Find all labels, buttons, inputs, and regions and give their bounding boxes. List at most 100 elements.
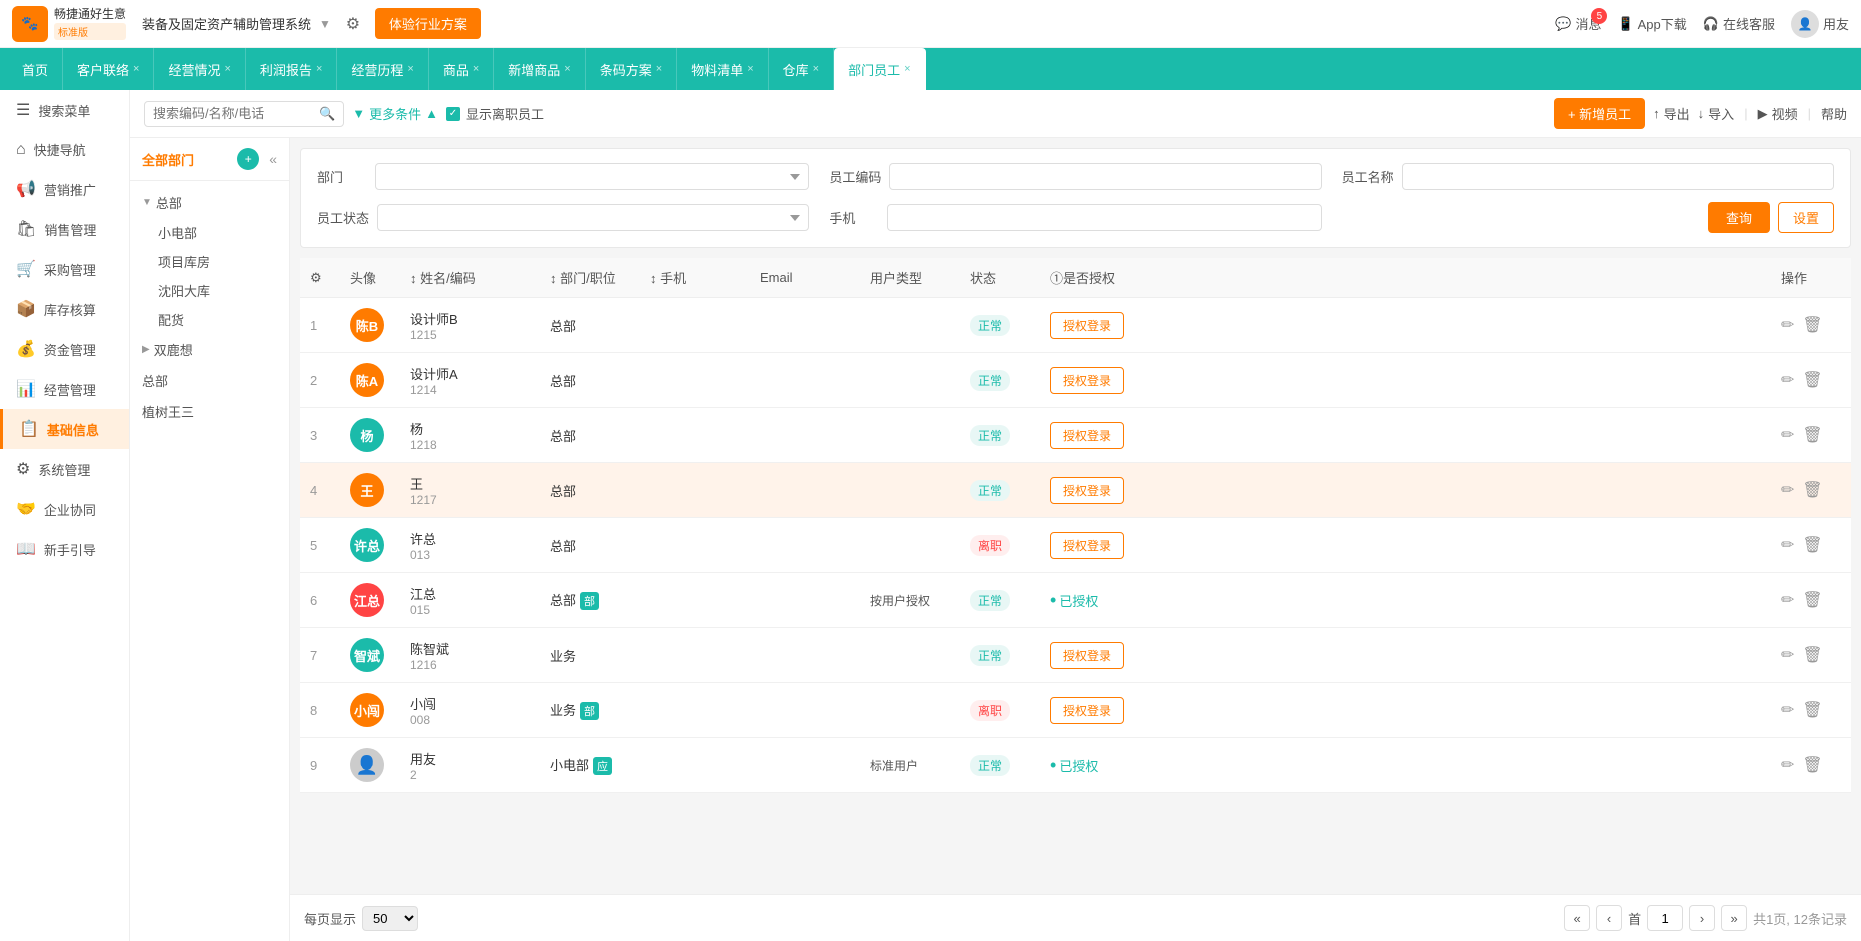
tab-profit[interactable]: 利润报告× xyxy=(246,48,337,90)
delete-icon-7[interactable]: 🗑 xyxy=(1802,645,1822,665)
view-button[interactable]: ▶ 视频 xyxy=(1758,104,1798,123)
sidebar-item-sales[interactable]: 🛍 销售管理 xyxy=(0,209,129,249)
sidebar-item-search-menu[interactable]: ☰ 搜索菜单 xyxy=(0,90,129,130)
settings-button[interactable]: ⚙ xyxy=(339,10,367,38)
delete-icon-2[interactable]: 🗑 xyxy=(1802,370,1822,390)
sidebar-item-operations[interactable]: 📊 经营管理 xyxy=(0,369,129,409)
tab-barcode[interactable]: 条码方案× xyxy=(586,48,677,90)
delete-icon-6[interactable]: 🗑 xyxy=(1802,590,1822,610)
dept-group-zhishu-title[interactable]: 植树王三 xyxy=(130,396,289,427)
sidebar-item-basic-info[interactable]: 📋 基础信息 xyxy=(0,409,129,449)
dept-group-zongbu-title[interactable]: 总部 xyxy=(130,365,289,396)
first-page-button[interactable]: « xyxy=(1564,905,1590,931)
tab-dept-staff-close[interactable]: × xyxy=(904,63,910,75)
tab-goods[interactable]: 商品× xyxy=(429,48,494,90)
edit-icon-6[interactable]: ✏ xyxy=(1781,590,1794,610)
tab-business[interactable]: 经营情况× xyxy=(154,48,245,90)
prev-page-button[interactable]: ‹ xyxy=(1596,905,1622,931)
more-filter-button[interactable]: ▼ 更多条件 ▲ xyxy=(352,104,438,123)
tab-add-goods[interactable]: 新增商品× xyxy=(494,48,585,90)
delete-icon-8[interactable]: 🗑 xyxy=(1802,700,1822,720)
dept-child-xiaodibu[interactable]: 小电部 xyxy=(130,218,289,247)
auth-btn-row8[interactable]: 授权登录 xyxy=(1050,697,1124,724)
tab-business-close[interactable]: × xyxy=(224,63,230,75)
tab-bom-close[interactable]: × xyxy=(747,63,753,75)
search-icon[interactable]: 🔍 xyxy=(319,106,335,122)
dept-collapse-button[interactable]: « xyxy=(269,151,277,167)
auth-btn-row7[interactable]: 授权登录 xyxy=(1050,642,1124,669)
edit-icon-9[interactable]: ✏ xyxy=(1781,755,1794,775)
delete-icon-5[interactable]: 🗑 xyxy=(1802,535,1822,555)
edit-icon-7[interactable]: ✏ xyxy=(1781,645,1794,665)
tab-profit-close[interactable]: × xyxy=(316,63,322,75)
filter-dept-select[interactable] xyxy=(375,163,809,190)
col-phone[interactable]: ↕ 手机 xyxy=(640,258,750,298)
dept-child-shenyang[interactable]: 沈阳大库 xyxy=(130,276,289,305)
tab-history[interactable]: 经营历程× xyxy=(337,48,428,90)
tab-bom[interactable]: 物料清单× xyxy=(677,48,768,90)
edit-icon-1[interactable]: ✏ xyxy=(1781,315,1794,335)
col-name-code[interactable]: ↕ 姓名/编码 xyxy=(400,258,540,298)
tab-add-goods-close[interactable]: × xyxy=(564,63,570,75)
dept-group-shuanglu-title[interactable]: ▶ 双鹿想 xyxy=(130,334,289,365)
trial-button[interactable]: 体验行业方案 xyxy=(375,8,481,39)
tab-customer-close[interactable]: × xyxy=(133,63,139,75)
set-button[interactable]: 设置 xyxy=(1778,202,1834,233)
auth-btn-row5[interactable]: 授权登录 xyxy=(1050,532,1124,559)
show-resigned-checkbox[interactable]: ✓ xyxy=(446,107,460,121)
col-settings[interactable]: ⚙ xyxy=(300,258,340,298)
filter-phone-input[interactable] xyxy=(887,204,1321,231)
app-download-button[interactable]: 📱 App下载 xyxy=(1617,14,1686,33)
online-support-button[interactable]: 🎧 在线客服 xyxy=(1703,14,1775,33)
edit-icon-4[interactable]: ✏ xyxy=(1781,480,1794,500)
tab-customer[interactable]: 客户联络× xyxy=(63,48,154,90)
delete-icon-9[interactable]: 🗑 xyxy=(1802,755,1822,775)
auth-btn-row3[interactable]: 授权登录 xyxy=(1050,422,1124,449)
delete-icon-4[interactable]: 🗑 xyxy=(1802,480,1822,500)
edit-icon-3[interactable]: ✏ xyxy=(1781,425,1794,445)
tab-dept-staff[interactable]: 部门员工× xyxy=(834,48,925,90)
next-page-button[interactable]: › xyxy=(1689,905,1715,931)
auth-btn-row2[interactable]: 授权登录 xyxy=(1050,367,1124,394)
query-button[interactable]: 查询 xyxy=(1708,202,1770,233)
dept-child-distribution[interactable]: 配货 xyxy=(130,305,289,334)
edit-icon-5[interactable]: ✏ xyxy=(1781,535,1794,555)
tab-warehouse[interactable]: 仓库× xyxy=(769,48,834,90)
search-input[interactable] xyxy=(153,106,313,121)
col-dept-position[interactable]: ↕ 部门/职位 xyxy=(540,258,640,298)
auth-btn-row4[interactable]: 授权登录 xyxy=(1050,477,1124,504)
tab-warehouse-close[interactable]: × xyxy=(813,63,819,75)
tab-barcode-close[interactable]: × xyxy=(656,63,662,75)
export-button[interactable]: ↑ 导出 xyxy=(1653,104,1690,123)
add-employee-button[interactable]: + 新增员工 xyxy=(1554,98,1645,129)
sidebar-item-guide[interactable]: 📖 新手引导 xyxy=(0,529,129,569)
sidebar-item-quick-nav[interactable]: ⌂ 快捷导航 xyxy=(0,130,129,169)
sidebar-item-system[interactable]: ⚙ 系统管理 xyxy=(0,449,129,489)
dept-child-project[interactable]: 项目库房 xyxy=(130,247,289,276)
auth-btn-row1[interactable]: 授权登录 xyxy=(1050,312,1124,339)
tab-goods-close[interactable]: × xyxy=(473,63,479,75)
title-dropdown-icon[interactable]: ▼ xyxy=(319,17,331,31)
sidebar-item-finance[interactable]: 💰 资金管理 xyxy=(0,329,129,369)
filter-status-select[interactable] xyxy=(377,204,809,231)
page-number-input[interactable] xyxy=(1647,905,1683,931)
sidebar-item-enterprise[interactable]: 🤝 企业协同 xyxy=(0,489,129,529)
delete-icon-1[interactable]: 🗑 xyxy=(1802,315,1822,335)
message-button[interactable]: 💬 消息 5 xyxy=(1555,14,1601,33)
show-resigned-toggle[interactable]: ✓ 显示离职员工 xyxy=(446,104,544,123)
sidebar-item-purchase[interactable]: 🛒 采购管理 xyxy=(0,249,129,289)
user-menu[interactable]: 👤 用友 xyxy=(1791,10,1849,38)
last-page-button[interactable]: » xyxy=(1721,905,1747,931)
filter-empname-input[interactable] xyxy=(1402,163,1834,190)
import-button[interactable]: ↓ 导入 xyxy=(1698,104,1735,123)
dept-add-button[interactable]: + xyxy=(237,148,259,170)
sidebar-item-inventory[interactable]: 📦 库存核算 xyxy=(0,289,129,329)
filter-empcode-input[interactable] xyxy=(889,163,1321,190)
edit-icon-2[interactable]: ✏ xyxy=(1781,370,1794,390)
sidebar-item-marketing[interactable]: 📢 营销推广 xyxy=(0,169,129,209)
dept-all-label[interactable]: 全部部门 xyxy=(142,150,231,169)
tab-home[interactable]: 首页 xyxy=(8,48,63,90)
tab-history-close[interactable]: × xyxy=(407,63,413,75)
delete-icon-3[interactable]: 🗑 xyxy=(1802,425,1822,445)
page-size-select[interactable]: 50 100 xyxy=(362,906,418,931)
